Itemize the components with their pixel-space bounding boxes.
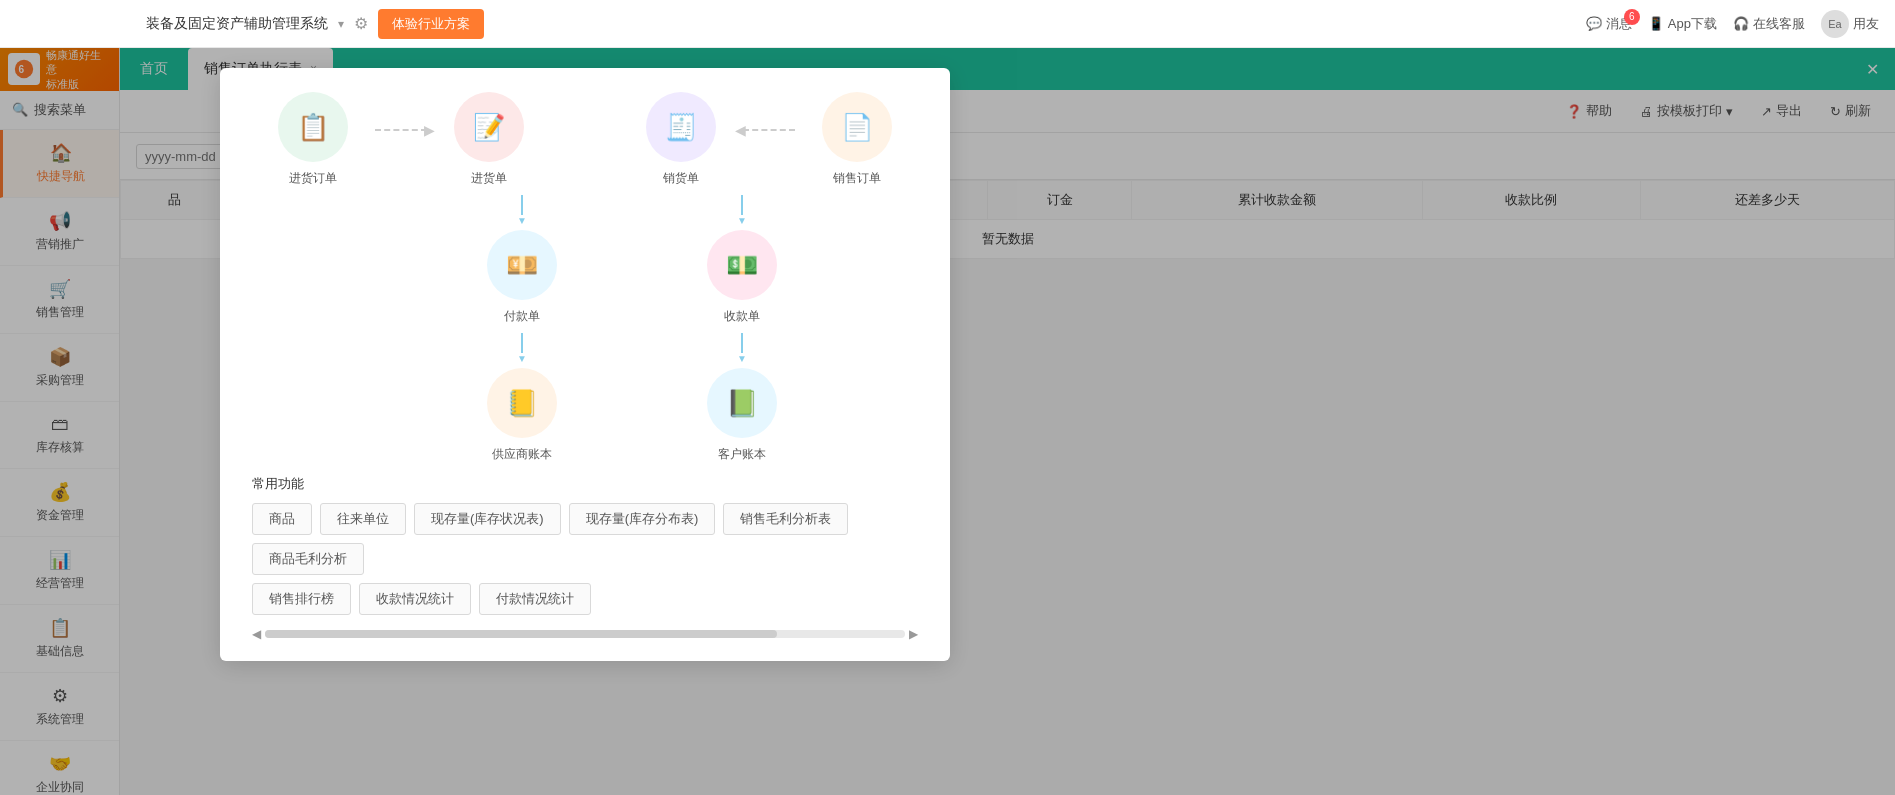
purchase-bill-node[interactable]: 📝 — [454, 92, 524, 162]
supplier-ledger-label: 供应商账本 — [492, 446, 552, 463]
customer-ledger-label: 客户账本 — [718, 446, 766, 463]
trial-button[interactable]: 体验行业方案 — [378, 9, 484, 39]
online-service-button[interactable]: 🎧 在线客服 — [1733, 15, 1805, 33]
sales-order-node[interactable]: 📄 — [822, 92, 892, 162]
func-btn-4[interactable]: 销售毛利分析表 — [723, 503, 848, 535]
func-btn-3[interactable]: 现存量(库存分布表) — [569, 503, 716, 535]
scroll-left-icon[interactable]: ◀ — [252, 627, 261, 641]
purchase-order-label: 进货订单 — [289, 170, 337, 187]
func-buttons-row1: 商品往来单位现存量(库存状况表)现存量(库存分布表)销售毛利分析表商品毛利分析 — [252, 503, 918, 575]
func-btn-1[interactable]: 往来单位 — [320, 503, 406, 535]
download-icon: 📱 — [1648, 16, 1664, 31]
message-icon: 💬 — [1586, 16, 1602, 31]
receipt-label: 收款单 — [724, 308, 760, 325]
payment-node[interactable]: 💴 — [487, 230, 557, 300]
func-btn-2[interactable]: 现存量(库存状况表) — [414, 503, 561, 535]
sales-order-label: 销售订单 — [833, 170, 881, 187]
modal-overlay: 📋 进货订单 ▶ 📝 进货单 — [0, 0, 1895, 795]
message-button[interactable]: 💬 消息 6 — [1586, 15, 1632, 33]
func-btn-5[interactable]: 商品毛利分析 — [252, 543, 364, 575]
modal-box: 📋 进货订单 ▶ 📝 进货单 — [220, 68, 950, 661]
flow-diagram: 📋 进货订单 ▶ 📝 进货单 — [252, 92, 918, 471]
scrollbar-track[interactable] — [265, 630, 905, 638]
purchase-order-node[interactable]: 📋 — [278, 92, 348, 162]
scroll-right-icon[interactable]: ▶ — [909, 627, 918, 641]
app-download-button[interactable]: 📱 App下载 — [1648, 15, 1717, 33]
func-btn-8[interactable]: 付款情况统计 — [479, 583, 591, 615]
func-btn-0[interactable]: 商品 — [252, 503, 312, 535]
payment-label: 付款单 — [504, 308, 540, 325]
app-title: 装备及固定资产辅助管理系统 — [146, 15, 328, 33]
modal-scrollbar: ◀ ▶ — [252, 627, 918, 641]
receipt-node[interactable]: 💵 — [707, 230, 777, 300]
sales-bill-label: 销货单 — [663, 170, 699, 187]
message-badge: 6 — [1624, 9, 1640, 25]
func-section-title: 常用功能 — [252, 475, 918, 493]
sales-bill-node[interactable]: 🧾 — [646, 92, 716, 162]
user-menu[interactable]: Ea 用友 — [1821, 10, 1879, 38]
avatar: Ea — [1821, 10, 1849, 38]
purchase-bill-label: 进货单 — [471, 170, 507, 187]
func-btn-6[interactable]: 销售排行榜 — [252, 583, 351, 615]
scrollbar-thumb — [265, 630, 777, 638]
func-section: 常用功能 商品往来单位现存量(库存状况表)现存量(库存分布表)销售毛利分析表商品… — [252, 475, 918, 615]
customer-ledger-node[interactable]: 📗 — [707, 368, 777, 438]
func-buttons-row2: 销售排行榜收款情况统计付款情况统计 — [252, 583, 918, 615]
headset-icon: 🎧 — [1733, 16, 1749, 31]
func-btn-7[interactable]: 收款情况统计 — [359, 583, 471, 615]
settings-icon[interactable]: ⚙ — [354, 14, 368, 33]
supplier-ledger-node[interactable]: 📒 — [487, 368, 557, 438]
dropdown-icon[interactable]: ▾ — [338, 17, 344, 31]
